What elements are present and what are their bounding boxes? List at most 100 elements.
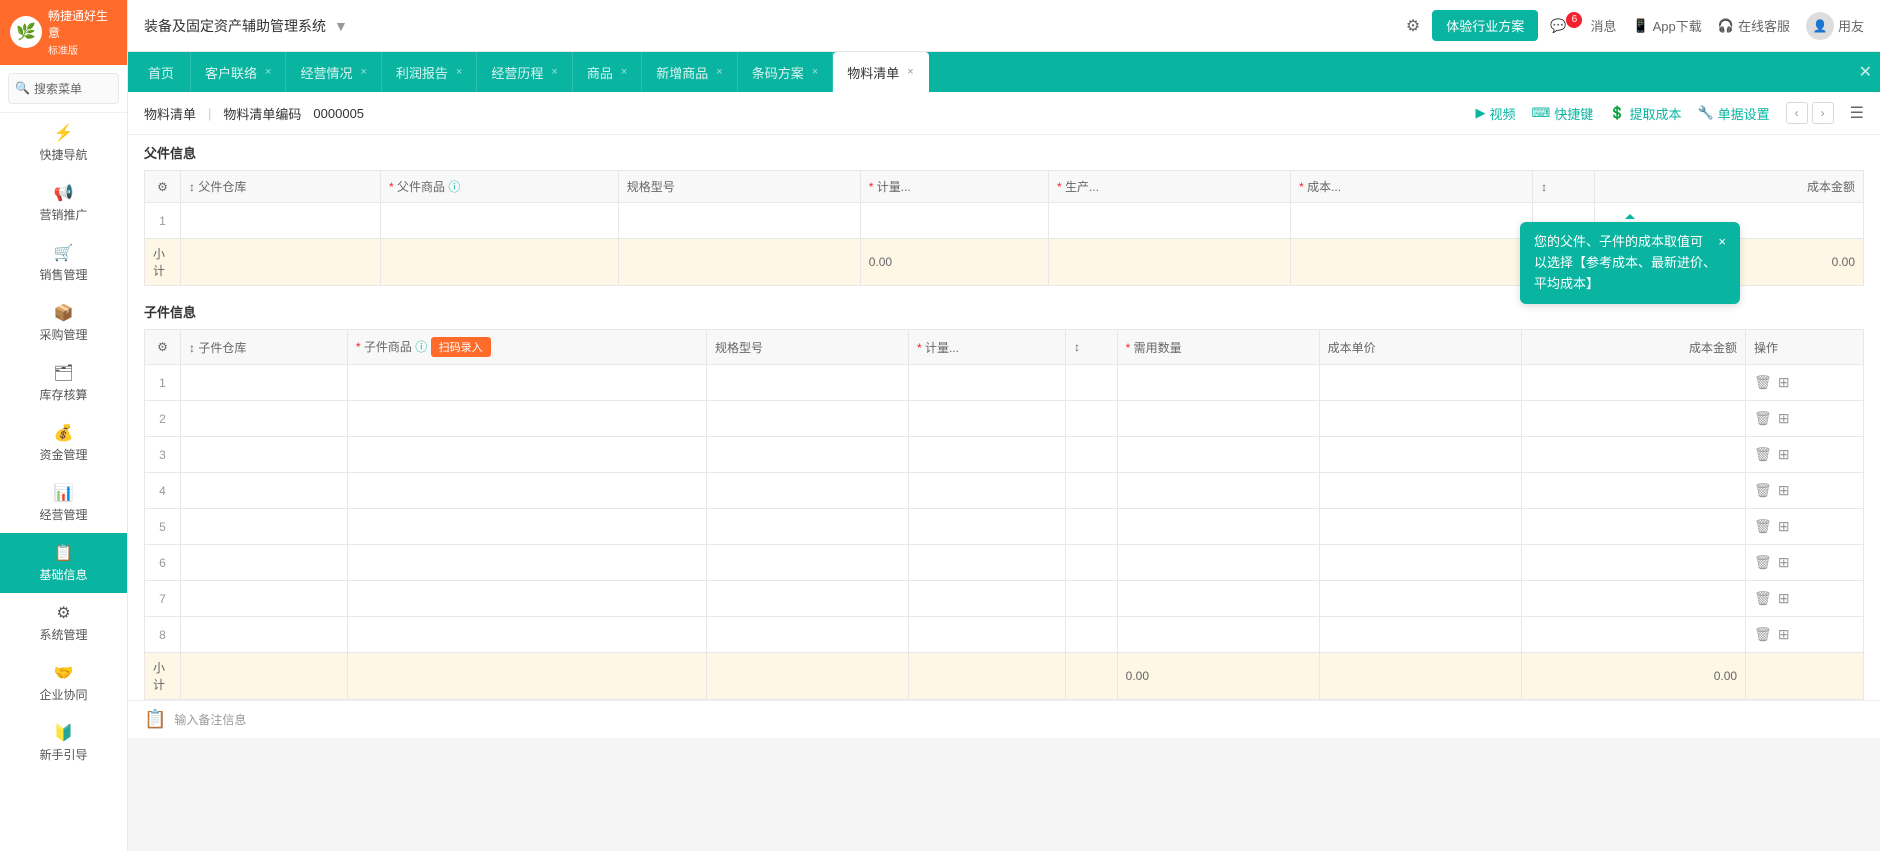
child-row-5-quantity[interactable]: [1117, 509, 1319, 545]
nav-arrow-left[interactable]: ‹: [1786, 102, 1808, 124]
child-row-3-unit-price[interactable]: [1319, 437, 1521, 473]
child-row-6-unit[interactable]: [908, 545, 1065, 581]
tab-barcode[interactable]: 条码方案 ×: [738, 52, 833, 92]
child-row-4-delete-icon[interactable]: 🗑: [1754, 482, 1772, 499]
video-action[interactable]: ▶ 视频: [1475, 104, 1515, 123]
tab-operation-status[interactable]: 经营情况 ×: [286, 52, 381, 92]
child-row-2-copy-icon[interactable]: ⊞: [1778, 410, 1790, 427]
child-row-1-delete-icon[interactable]: 🗑: [1754, 374, 1772, 391]
child-row-2-warehouse[interactable]: [181, 401, 348, 437]
child-row-6-unit-price[interactable]: [1319, 545, 1521, 581]
child-row-8-unit-price[interactable]: [1319, 617, 1521, 653]
child-row-5-copy-icon[interactable]: ⊞: [1778, 518, 1790, 535]
tab-operation-status-close[interactable]: ×: [360, 66, 366, 78]
parent-row-1-production[interactable]: [1049, 203, 1291, 239]
child-row-3-warehouse[interactable]: [181, 437, 348, 473]
child-row-2-spec[interactable]: [706, 401, 908, 437]
child-row-8-copy-icon[interactable]: ⊞: [1778, 626, 1790, 643]
tab-barcode-close[interactable]: ×: [812, 66, 818, 78]
parent-row-1-goods[interactable]: [380, 203, 618, 239]
parent-row-1-cost[interactable]: [1291, 203, 1533, 239]
sidebar-item-sales[interactable]: 🛒 销售管理: [0, 233, 127, 293]
child-row-7-unit[interactable]: [908, 581, 1065, 617]
child-row-1-unit-price[interactable]: [1319, 365, 1521, 401]
tab-goods[interactable]: 商品 ×: [573, 52, 642, 92]
tab-add-goods-close[interactable]: ×: [716, 66, 722, 78]
child-row-2-unit-price[interactable]: [1319, 401, 1521, 437]
footer-text[interactable]: 输入备注信息: [174, 711, 246, 728]
child-row-5-delete-icon[interactable]: 🗑: [1754, 518, 1772, 535]
shortcut-action[interactable]: ⌨ 快捷键: [1531, 104, 1593, 123]
tab-customer[interactable]: 客户联络 ×: [191, 52, 286, 92]
tab-bom[interactable]: 物料清单 ×: [833, 52, 928, 92]
child-row-5-unit[interactable]: [908, 509, 1065, 545]
sidebar-item-enterprise[interactable]: 🤝 企业协同: [0, 653, 127, 713]
child-row-1-quantity[interactable]: [1117, 365, 1319, 401]
child-row-1-spec[interactable]: [706, 365, 908, 401]
child-row-6-spec[interactable]: [706, 545, 908, 581]
child-row-5-goods[interactable]: [347, 509, 706, 545]
sidebar-item-quick-nav[interactable]: ⚡ 快捷导航: [0, 113, 127, 173]
app-download-action[interactable]: 📱 App下载: [1632, 16, 1701, 35]
child-row-6-delete-icon[interactable]: 🗑: [1754, 554, 1772, 571]
child-row-2-delete-icon[interactable]: 🗑: [1754, 410, 1772, 427]
child-row-6-quantity[interactable]: [1117, 545, 1319, 581]
child-row-3-delete-icon[interactable]: 🗑: [1754, 446, 1772, 463]
child-row-1-goods[interactable]: [347, 365, 706, 401]
sidebar-item-operations[interactable]: 📊 经营管理: [0, 473, 127, 533]
child-row-6-goods[interactable]: [347, 545, 706, 581]
sidebar-item-basic-info[interactable]: 📋 基础信息: [0, 533, 127, 593]
sidebar-item-system[interactable]: ⚙ 系统管理: [0, 593, 127, 653]
child-row-5-unit-price[interactable]: [1319, 509, 1521, 545]
child-row-4-goods[interactable]: [347, 473, 706, 509]
list-view-icon[interactable]: ☰: [1850, 103, 1864, 123]
tab-bom-close[interactable]: ×: [907, 66, 913, 78]
child-row-6-warehouse[interactable]: [181, 545, 348, 581]
child-row-4-unit[interactable]: [908, 473, 1065, 509]
child-row-1-copy-icon[interactable]: ⊞: [1778, 374, 1790, 391]
child-row-1-unit[interactable]: [908, 365, 1065, 401]
child-row-7-copy-icon[interactable]: ⊞: [1778, 590, 1790, 607]
parent-row-1-warehouse[interactable]: [181, 203, 381, 239]
child-row-6-copy-icon[interactable]: ⊞: [1778, 554, 1790, 571]
child-row-8-warehouse[interactable]: [181, 617, 348, 653]
search-menu-button[interactable]: 🔍 搜索菜单: [8, 73, 119, 104]
sidebar-item-marketing[interactable]: 📢 营销推广: [0, 173, 127, 233]
child-row-8-spec[interactable]: [706, 617, 908, 653]
child-row-2-unit[interactable]: [908, 401, 1065, 437]
parent-row-1-unit[interactable]: [860, 203, 1048, 239]
child-row-7-quantity[interactable]: [1117, 581, 1319, 617]
tab-profit-report-close[interactable]: ×: [456, 66, 462, 78]
sidebar-item-purchase[interactable]: 📦 采购管理: [0, 293, 127, 353]
settings-gear-icon[interactable]: ⚙: [1406, 16, 1420, 36]
child-row-3-goods[interactable]: [347, 437, 706, 473]
child-row-8-unit[interactable]: [908, 617, 1065, 653]
child-row-8-quantity[interactable]: [1117, 617, 1319, 653]
tab-operation-history[interactable]: 经营历程 ×: [477, 52, 572, 92]
sidebar-item-finance[interactable]: 💰 资金管理: [0, 413, 127, 473]
extract-cost-action[interactable]: 💲 提取成本: [1609, 104, 1681, 123]
child-row-5-spec[interactable]: [706, 509, 908, 545]
tab-goods-close[interactable]: ×: [621, 66, 627, 78]
child-row-5-warehouse[interactable]: [181, 509, 348, 545]
child-row-2-quantity[interactable]: [1117, 401, 1319, 437]
tab-add-goods[interactable]: 新增商品 ×: [642, 52, 737, 92]
child-row-7-goods[interactable]: [347, 581, 706, 617]
experience-btn[interactable]: 体验行业方案: [1432, 10, 1538, 41]
child-row-4-quantity[interactable]: [1117, 473, 1319, 509]
child-row-4-warehouse[interactable]: [181, 473, 348, 509]
child-row-3-unit[interactable]: [908, 437, 1065, 473]
tab-operation-history-close[interactable]: ×: [551, 66, 557, 78]
child-row-4-unit-price[interactable]: [1319, 473, 1521, 509]
child-row-3-spec[interactable]: [706, 437, 908, 473]
parent-row-1-spec[interactable]: [618, 203, 860, 239]
close-all-tabs[interactable]: ✕: [1859, 62, 1872, 82]
child-row-7-unit-price[interactable]: [1319, 581, 1521, 617]
child-row-3-copy-icon[interactable]: ⊞: [1778, 446, 1790, 463]
child-row-2-goods[interactable]: [347, 401, 706, 437]
sidebar-item-guide[interactable]: 🔰 新手引导: [0, 713, 127, 773]
sidebar-item-inventory[interactable]: 🗂 库存核算: [0, 353, 127, 413]
child-row-3-quantity[interactable]: [1117, 437, 1319, 473]
child-row-7-warehouse[interactable]: [181, 581, 348, 617]
child-row-7-spec[interactable]: [706, 581, 908, 617]
